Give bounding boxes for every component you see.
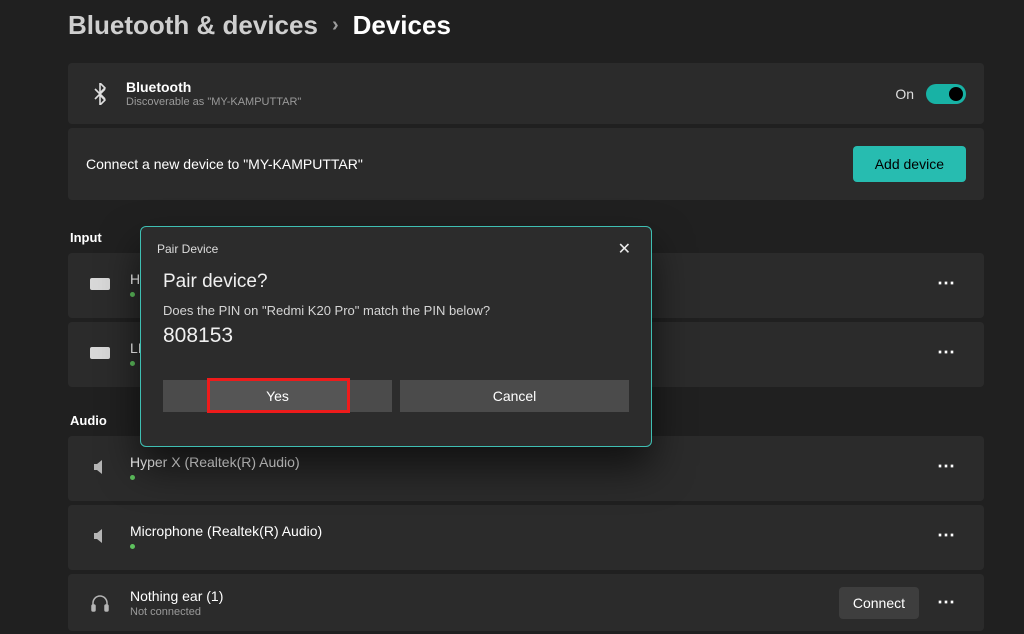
dialog-pin: 808153 xyxy=(163,324,629,348)
breadcrumb: Bluetooth & devices › Devices xyxy=(68,10,984,41)
speaker-icon xyxy=(86,524,114,548)
add-device-button[interactable]: Add device xyxy=(853,146,966,182)
more-button[interactable]: ⋯ xyxy=(927,267,966,300)
status-dot-icon xyxy=(130,475,135,480)
more-button[interactable]: ⋯ xyxy=(927,336,966,369)
headphones-icon xyxy=(86,591,114,615)
status-dot-icon xyxy=(130,292,135,297)
breadcrumb-current: Devices xyxy=(353,10,451,41)
connect-button[interactable]: Connect xyxy=(839,587,919,619)
add-device-card: Connect a new device to "MY-KAMPUTTAR" A… xyxy=(68,128,984,200)
breadcrumb-parent[interactable]: Bluetooth & devices xyxy=(68,10,318,41)
dialog-title: Pair device? xyxy=(163,271,629,293)
chevron-right-icon: › xyxy=(332,14,339,37)
cancel-button[interactable]: Cancel xyxy=(400,380,629,412)
bluetooth-icon xyxy=(86,83,114,105)
device-status: Not connected xyxy=(130,606,223,618)
pair-device-dialog: Pair Device ✕ Pair device? Does the PIN … xyxy=(140,226,652,447)
speaker-icon xyxy=(86,455,114,479)
bluetooth-toggle-card: Bluetooth Discoverable as "MY-KAMPUTTAR"… xyxy=(68,63,984,124)
bluetooth-subtitle: Discoverable as "MY-KAMPUTTAR" xyxy=(126,96,301,108)
dialog-window-title: Pair Device xyxy=(157,242,218,256)
device-row-audio-2[interactable]: Nothing ear (1) Not connected Connect ⋯ xyxy=(68,574,984,631)
status-dot-icon xyxy=(130,361,135,366)
device-name: Nothing ear (1) xyxy=(130,588,223,604)
yes-button[interactable]: Yes xyxy=(163,380,392,412)
device-name: Microphone (Realtek(R) Audio) xyxy=(130,523,322,539)
more-button[interactable]: ⋯ xyxy=(927,586,966,619)
keyboard-icon xyxy=(86,272,114,296)
status-dot-icon xyxy=(130,544,135,549)
bluetooth-title: Bluetooth xyxy=(126,79,301,95)
bluetooth-toggle[interactable] xyxy=(926,84,966,104)
device-name: Hyper X (Realtek(R) Audio) xyxy=(130,454,300,470)
keyboard-icon xyxy=(86,341,114,365)
more-button[interactable]: ⋯ xyxy=(927,519,966,552)
add-device-text: Connect a new device to "MY-KAMPUTTAR" xyxy=(86,156,363,172)
device-row-audio-1[interactable]: Microphone (Realtek(R) Audio) ⋯ xyxy=(68,505,984,570)
dialog-message: Does the PIN on "Redmi K20 Pro" match th… xyxy=(163,303,629,318)
more-button[interactable]: ⋯ xyxy=(927,450,966,483)
close-icon[interactable]: ✕ xyxy=(612,237,637,261)
bluetooth-state-label: On xyxy=(895,86,914,102)
